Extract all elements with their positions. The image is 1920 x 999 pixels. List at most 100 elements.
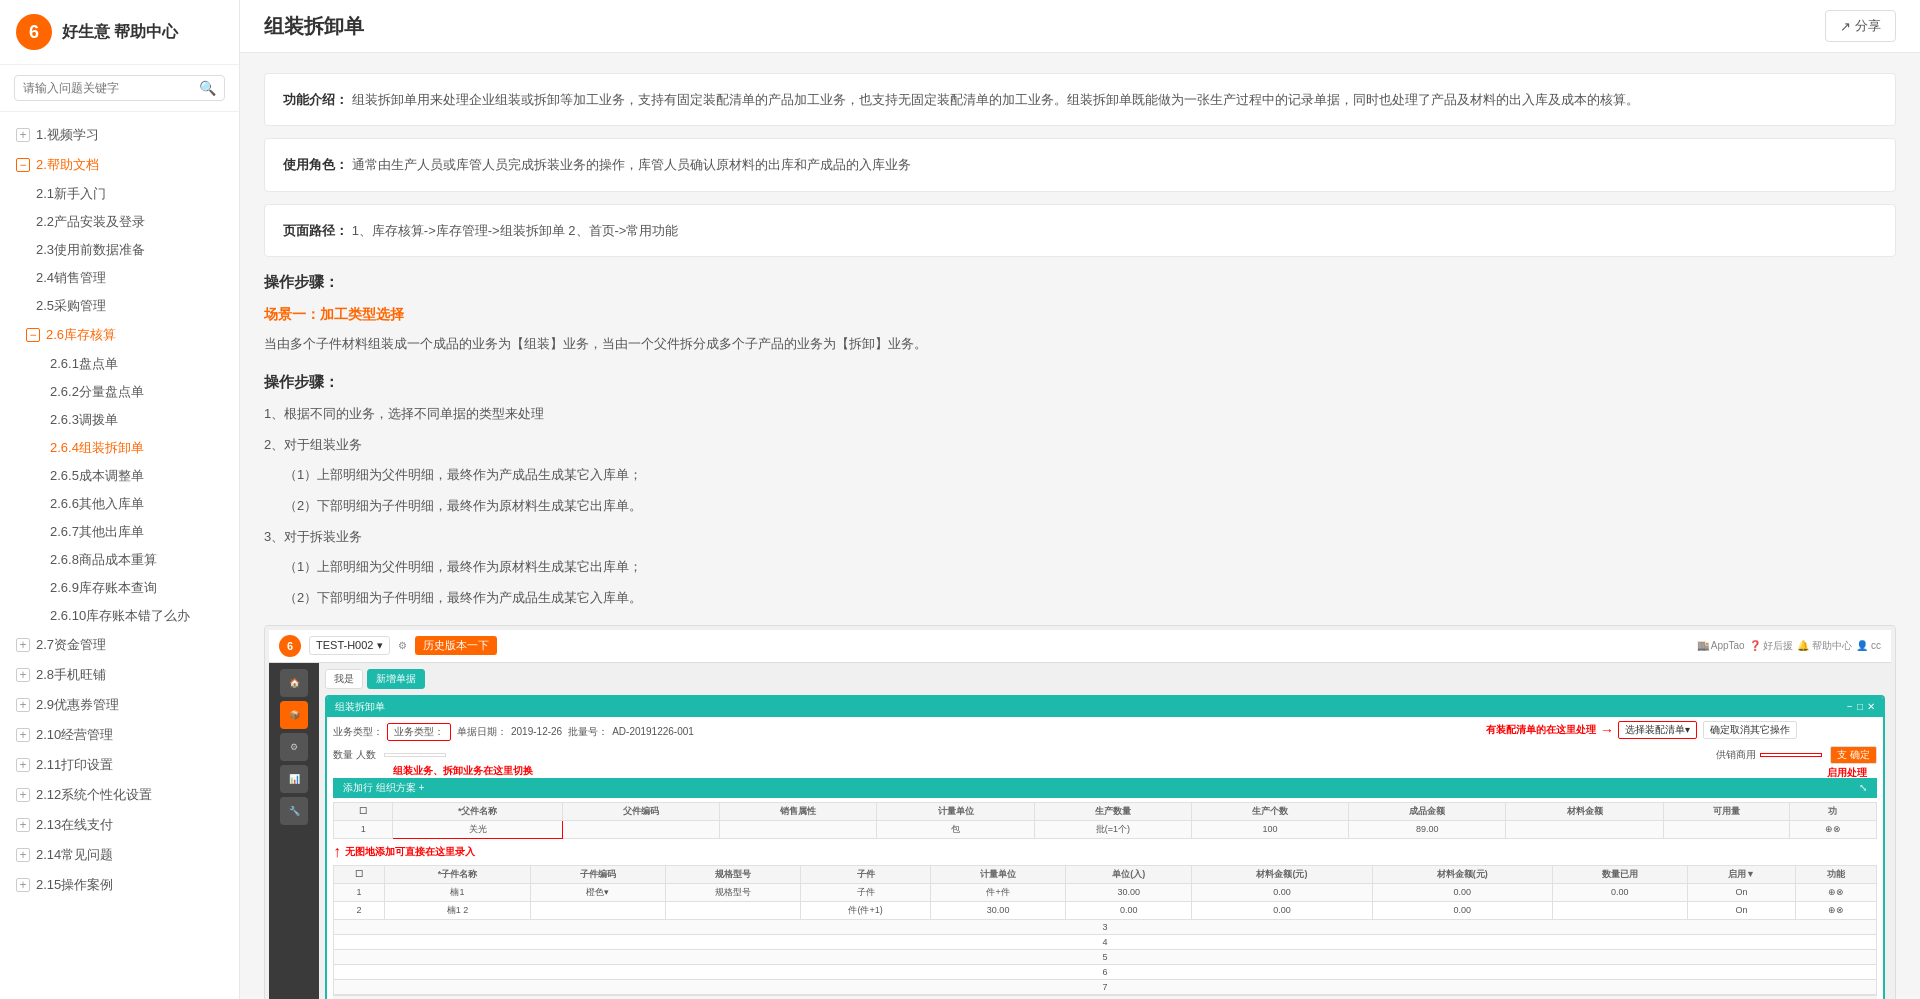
sidebar-item-2.6.5[interactable]: 2.6.5成本调整单 (0, 462, 239, 490)
sidebar-item-2.11[interactable]: + 2.11打印设置 (0, 750, 239, 780)
steps-title: 操作步骤： (264, 373, 1896, 392)
path-text: 1、库存核算->库存管理->组装拆卸单 2、首页->常用功能 (352, 223, 679, 238)
step3: 3、对于拆装业务 (264, 525, 1896, 550)
sim-sub-col-unit: 计量单位 (931, 865, 1066, 883)
sim-icon-helpcenter: 🔔 帮助中心 (1797, 639, 1852, 653)
sidebar-item-2.6.3[interactable]: 2.6.3调拨单 (0, 406, 239, 434)
sim-col-parent-name: *父件名称 (393, 802, 563, 820)
sidebar-item-2.6.7[interactable]: 2.6.7其他出库单 (0, 518, 239, 546)
sim-annotation4-text: 无图地添加可直接在这里录入 (345, 845, 475, 859)
sidebar-item-2.6[interactable]: − 2.6库存核算 (0, 320, 239, 350)
sidebar-item-2.6.8[interactable]: 2.6.8商品成本重算 (0, 546, 239, 574)
sidebar-item-2.5[interactable]: 2.5采购管理 (0, 292, 239, 320)
sim-icon-avatar: 👤 cc (1856, 640, 1881, 651)
sim-col-parent-code: 父件编码 (562, 802, 719, 820)
sim-sub-col-check: ☐ (334, 865, 385, 883)
sidebar-item-2.9[interactable]: + 2.9优惠券管理 (0, 690, 239, 720)
sim-cell: 0.00 (1372, 901, 1552, 919)
path-box: 页面路径： 1、库存核算->库存管理->组装拆卸单 2、首页->常用功能 (264, 204, 1896, 257)
sidebar-item-2.3[interactable]: 2.3使用前数据准备 (0, 236, 239, 264)
sidebar: 6 好生意 帮助中心 🔍 + 1.视频学习 − 2.帮助文档 2.1新手入门 2… (0, 0, 240, 999)
expand-2.14-icon: + (16, 848, 30, 862)
search-icon[interactable]: 🔍 (199, 80, 216, 96)
sim-add-row-text: 添加行 组织方案 + (343, 781, 424, 795)
sim-col-unit: 计量单位 (877, 802, 1034, 820)
page-title: 组装拆卸单 (264, 13, 364, 40)
step3-sub1: （1）上部明细为父件明细，最终作为原材料生成某它出库单； (264, 555, 1896, 580)
role-box: 使用角色： 通常由生产人员或库管人员完成拆装业务的操作，库管人员确认原材料的出库… (264, 138, 1896, 191)
intro-label: 功能介绍： (283, 92, 348, 107)
sidebar-item-2.8[interactable]: + 2.8手机旺铺 (0, 660, 239, 690)
sidebar-item-video[interactable]: + 1.视频学习 (0, 120, 239, 150)
sim-sub-col-code: 子件编码 (530, 865, 665, 883)
sidebar-item-2.10[interactable]: + 2.10经营管理 (0, 720, 239, 750)
sidebar-item-2.6.10[interactable]: 2.6.10库存账本错了么办 (0, 602, 239, 630)
sim-settings-icon: ⚙ (398, 640, 407, 651)
sim-supplier-input (1760, 753, 1822, 757)
sidebar-item-2.6.1[interactable]: 2.6.1盘点单 (0, 350, 239, 378)
sidebar-item-2.14[interactable]: + 2.14常见问题 (0, 840, 239, 870)
step2-sub2: （2）下部明细为子件明细，最终作为原材料生成某它出库单。 (264, 494, 1896, 519)
sim-window: 组装拆卸单 − □ ✕ (325, 695, 1885, 999)
sim-icon-help: ❓ 好后援 (1749, 639, 1794, 653)
sidebar-item-2.7[interactable]: + 2.7资金管理 (0, 630, 239, 660)
sim-minimize-icon[interactable]: − (1847, 701, 1853, 712)
sim-cell (1552, 901, 1687, 919)
sidebar-item-2.4[interactable]: 2.4销售管理 (0, 264, 239, 292)
sim-header-fields: 业务类型： 业务类型： 单据日期： 2019-12-26 批量号： (333, 723, 1877, 741)
sim-cell: 89.00 (1349, 820, 1506, 838)
scene1-desc: 当由多个子件材料组装成一个成品的业务为【组装】业务，当由一个父件拆分成多个子产品… (264, 332, 1896, 357)
sim-cell: On (1687, 901, 1795, 919)
sim-batchno-label: 批量号： (568, 725, 608, 739)
table-row: 3 (334, 919, 1877, 934)
sidebar-item-2.6.4[interactable]: 2.6.4组装拆卸单 (0, 434, 239, 462)
sim-cell: 30.00 (1066, 883, 1192, 901)
expand-2.8-icon: + (16, 668, 30, 682)
sidebar-item-2.15[interactable]: + 2.15操作案例 (0, 870, 239, 900)
nav-tree: + 1.视频学习 − 2.帮助文档 2.1新手入门 2.2产品安装及登录 2.3… (0, 112, 239, 999)
sim-icon-apptao: 🏬 AppTao (1697, 640, 1745, 651)
sim-cell: 0.00 (1552, 883, 1687, 901)
sim-cell: 4 (334, 934, 1877, 949)
sim-maximize-icon[interactable]: □ (1857, 701, 1863, 712)
sim-other-btn: 确定取消其它操作 (1703, 721, 1797, 739)
path-label: 页面路径： (283, 223, 348, 238)
sim-date-label: 单据日期： (457, 725, 507, 739)
sidebar-item-2.6.6[interactable]: 2.6.6其他入库单 (0, 490, 239, 518)
search-input[interactable] (23, 81, 199, 95)
sim-nav-reports: 📊 (280, 765, 308, 793)
sim-window-body: 业务类型： 业务类型： 单据日期： 2019-12-26 批量号： (327, 717, 1883, 999)
app-name: 好生意 帮助中心 (62, 22, 178, 43)
sim-col-product-amt: 成品金额 (1349, 802, 1506, 820)
sidebar-item-2.6.2[interactable]: 2.6.2分量盘点单 (0, 378, 239, 406)
sim-annotation2-text: 组装业务、拆卸业务在这里切换 (393, 765, 533, 776)
sim-left-nav: 🏠 📦 ⚙ 📊 🔧 (269, 663, 319, 999)
logo-area: 6 好生意 帮助中心 (0, 0, 239, 65)
sim-history-btn: 历史版本一下 (415, 636, 497, 655)
sim-supplier-field: 供销商用 (1716, 748, 1822, 762)
sidebar-item-2.1[interactable]: 2.1新手入门 (0, 180, 239, 208)
expand-2.7-icon: + (16, 638, 30, 652)
search-box[interactable]: 🔍 (14, 75, 225, 101)
sidebar-item-2.2[interactable]: 2.2产品安装及登录 (0, 208, 239, 236)
sim-sub-col-unit-in: 单位(入) (1066, 865, 1192, 883)
sim-tab-new: 新增单据 (367, 669, 425, 689)
sim-col-available: 可用量 (1663, 802, 1789, 820)
sim-type-label: 业务类型： (333, 725, 383, 739)
role-text: 通常由生产人员或库管人员完成拆装业务的操作，库管人员确认原材料的出库和产成品的入… (352, 157, 911, 172)
sim-close-icon[interactable]: ✕ (1867, 701, 1875, 712)
sidebar-item-2.13[interactable]: + 2.13在线支付 (0, 810, 239, 840)
sim-cell: ⊕⊗ (1795, 883, 1876, 901)
sim-cell: 批(=1个) (1034, 820, 1191, 838)
share-button[interactable]: ↗ 分享 (1825, 10, 1896, 42)
sidebar-item-2.6.9[interactable]: 2.6.9库存账本查询 (0, 574, 239, 602)
sim-batchno-field: 批量号： AD-20191226-001 (568, 725, 694, 739)
sidebar-item-2.12[interactable]: + 2.12系统个性化设置 (0, 780, 239, 810)
sim-cell: 1 (334, 820, 393, 838)
sidebar-item-docs[interactable]: − 2.帮助文档 (0, 150, 239, 180)
sim-date-field: 单据日期： 2019-12-26 (457, 725, 562, 739)
sim-select-bom-btn: 选择装配清单▾ (1618, 721, 1697, 739)
sim-tab-list: 我是 (325, 669, 363, 689)
intro-box: 功能介绍： 组装拆卸单用来处理企业组装或拆卸等加工业务，支持有固定装配清单的产品… (264, 73, 1896, 126)
sim-cell: 3 (334, 919, 1877, 934)
